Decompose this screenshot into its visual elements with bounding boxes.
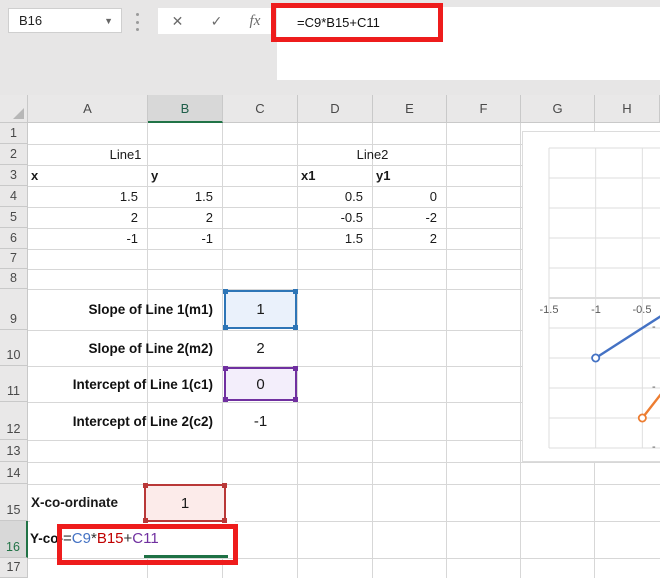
gridline — [446, 123, 447, 578]
row-header-2[interactable]: 2 — [0, 144, 28, 165]
y-axis-partial-label: - — [652, 321, 656, 333]
column-header-e[interactable]: E — [373, 95, 447, 123]
formula-bar-chrome: B16 ▼ ✕ ✓ fx =C9*B15+C11 — [0, 0, 660, 95]
row-header-9[interactable]: 9 — [0, 289, 28, 330]
cell-slope1-label[interactable]: Slope of Line 1(m1) — [28, 289, 213, 330]
cell-x-header[interactable]: x — [28, 165, 128, 186]
row-header-4[interactable]: 4 — [0, 186, 28, 207]
cell-c10-slope2-value[interactable]: 2 — [223, 330, 298, 366]
x-axis-tick-label: -1 — [591, 304, 601, 316]
cell-d6[interactable]: 1.5 — [298, 228, 368, 249]
row-header-6[interactable]: 6 — [0, 228, 28, 249]
column-header-d[interactable]: D — [298, 95, 373, 123]
row-header-16[interactable]: 16 — [0, 521, 28, 558]
x-axis-tick-label: -0.5 — [632, 304, 652, 316]
column-header-c[interactable]: C — [223, 95, 298, 123]
name-box[interactable]: B16 ▼ — [8, 8, 122, 33]
row-header-11[interactable]: 11 — [0, 366, 28, 402]
column-header-b[interactable]: B — [148, 95, 223, 123]
cell-a4[interactable]: 1.5 — [28, 186, 143, 207]
row-header-10[interactable]: 10 — [0, 330, 28, 366]
cell-a5[interactable]: 2 — [28, 207, 143, 228]
name-box-value: B16 — [19, 13, 43, 28]
cell-c11-intercept1-value[interactable]: 0 — [223, 366, 298, 402]
insert-function-icon[interactable]: fx — [250, 13, 261, 29]
cell-intercept1-label[interactable]: Intercept of Line 1(c1) — [28, 366, 213, 402]
excel-window: B16 ▼ ✕ ✓ fx =C9*B15+C11 A B C D E F G H… — [0, 0, 660, 578]
row-header-7[interactable]: 7 — [0, 249, 28, 269]
annotation-box-cell-formula — [57, 524, 238, 565]
cell-intercept2-label[interactable]: Intercept of Line 2(c2) — [28, 402, 213, 440]
b15-value: 1 — [180, 494, 190, 512]
cell-b6[interactable]: -1 — [148, 228, 218, 249]
x-axis-tick-label: -1.5 — [539, 304, 559, 316]
cell-e6[interactable]: 2 — [373, 228, 442, 249]
cell-x1-header[interactable]: x1 — [298, 165, 368, 186]
row-header-13[interactable]: 13 — [0, 440, 28, 462]
y-axis-partial-label: - — [652, 441, 656, 453]
cell-line2-title[interactable]: Line2 — [298, 144, 447, 165]
cell-d4[interactable]: 0.5 — [298, 186, 368, 207]
row-header-14[interactable]: 14 — [0, 462, 28, 484]
cell-a6[interactable]: -1 — [28, 228, 143, 249]
row-header-15[interactable]: 15 — [0, 484, 28, 521]
column-header-f[interactable]: F — [447, 95, 521, 123]
select-all-corner[interactable] — [0, 95, 28, 123]
y-axis-partial-label: - — [652, 381, 656, 393]
chevron-down-icon[interactable]: ▼ — [104, 16, 121, 26]
c9-value: 1 — [256, 301, 265, 318]
row-header-12[interactable]: 12 — [0, 402, 28, 440]
cell-d5[interactable]: -0.5 — [298, 207, 368, 228]
column-header-a[interactable]: A — [28, 95, 148, 123]
column-header-g[interactable]: G — [521, 95, 595, 123]
cancel-icon[interactable]: ✕ — [172, 14, 184, 28]
chart-svg — [548, 147, 660, 449]
row-header-5[interactable]: 5 — [0, 207, 28, 228]
scatter-chart[interactable]: -1.5 -1 -0.5 - - - — [522, 131, 660, 462]
formula-toolbar: ✕ ✓ fx — [158, 8, 274, 34]
c11-value: 0 — [256, 375, 265, 393]
cell-c9-slope1-value[interactable]: 1 — [223, 289, 298, 330]
gridline — [520, 123, 521, 578]
cell-line1-title[interactable]: Line1 — [28, 144, 223, 165]
cell-e4[interactable]: 0 — [373, 186, 442, 207]
cell-b4[interactable]: 1.5 — [148, 186, 218, 207]
row-header-1[interactable]: 1 — [0, 123, 28, 144]
cell-c12-intercept2-value[interactable]: -1 — [223, 402, 298, 440]
cell-b15-xcoord-value[interactable]: 1 — [143, 483, 227, 523]
cell-y1-header[interactable]: y1 — [373, 165, 442, 186]
enter-icon[interactable]: ✓ — [211, 14, 223, 28]
row-header-8[interactable]: 8 — [0, 269, 28, 289]
cell-b5[interactable]: 2 — [148, 207, 218, 228]
annotation-box-formula-bar — [271, 3, 443, 42]
cell-y-header[interactable]: y — [148, 165, 218, 186]
separator-grip-icon — [136, 13, 140, 31]
cell-a15-xcoord-label[interactable]: X-co-ordinate — [28, 484, 148, 521]
row-header-17[interactable]: 17 — [0, 558, 28, 578]
cell-e5[interactable]: -2 — [373, 207, 442, 228]
row-header-3[interactable]: 3 — [0, 165, 28, 186]
column-header-h[interactable]: H — [595, 95, 660, 123]
cell-slope2-label[interactable]: Slope of Line 2(m2) — [28, 330, 213, 366]
